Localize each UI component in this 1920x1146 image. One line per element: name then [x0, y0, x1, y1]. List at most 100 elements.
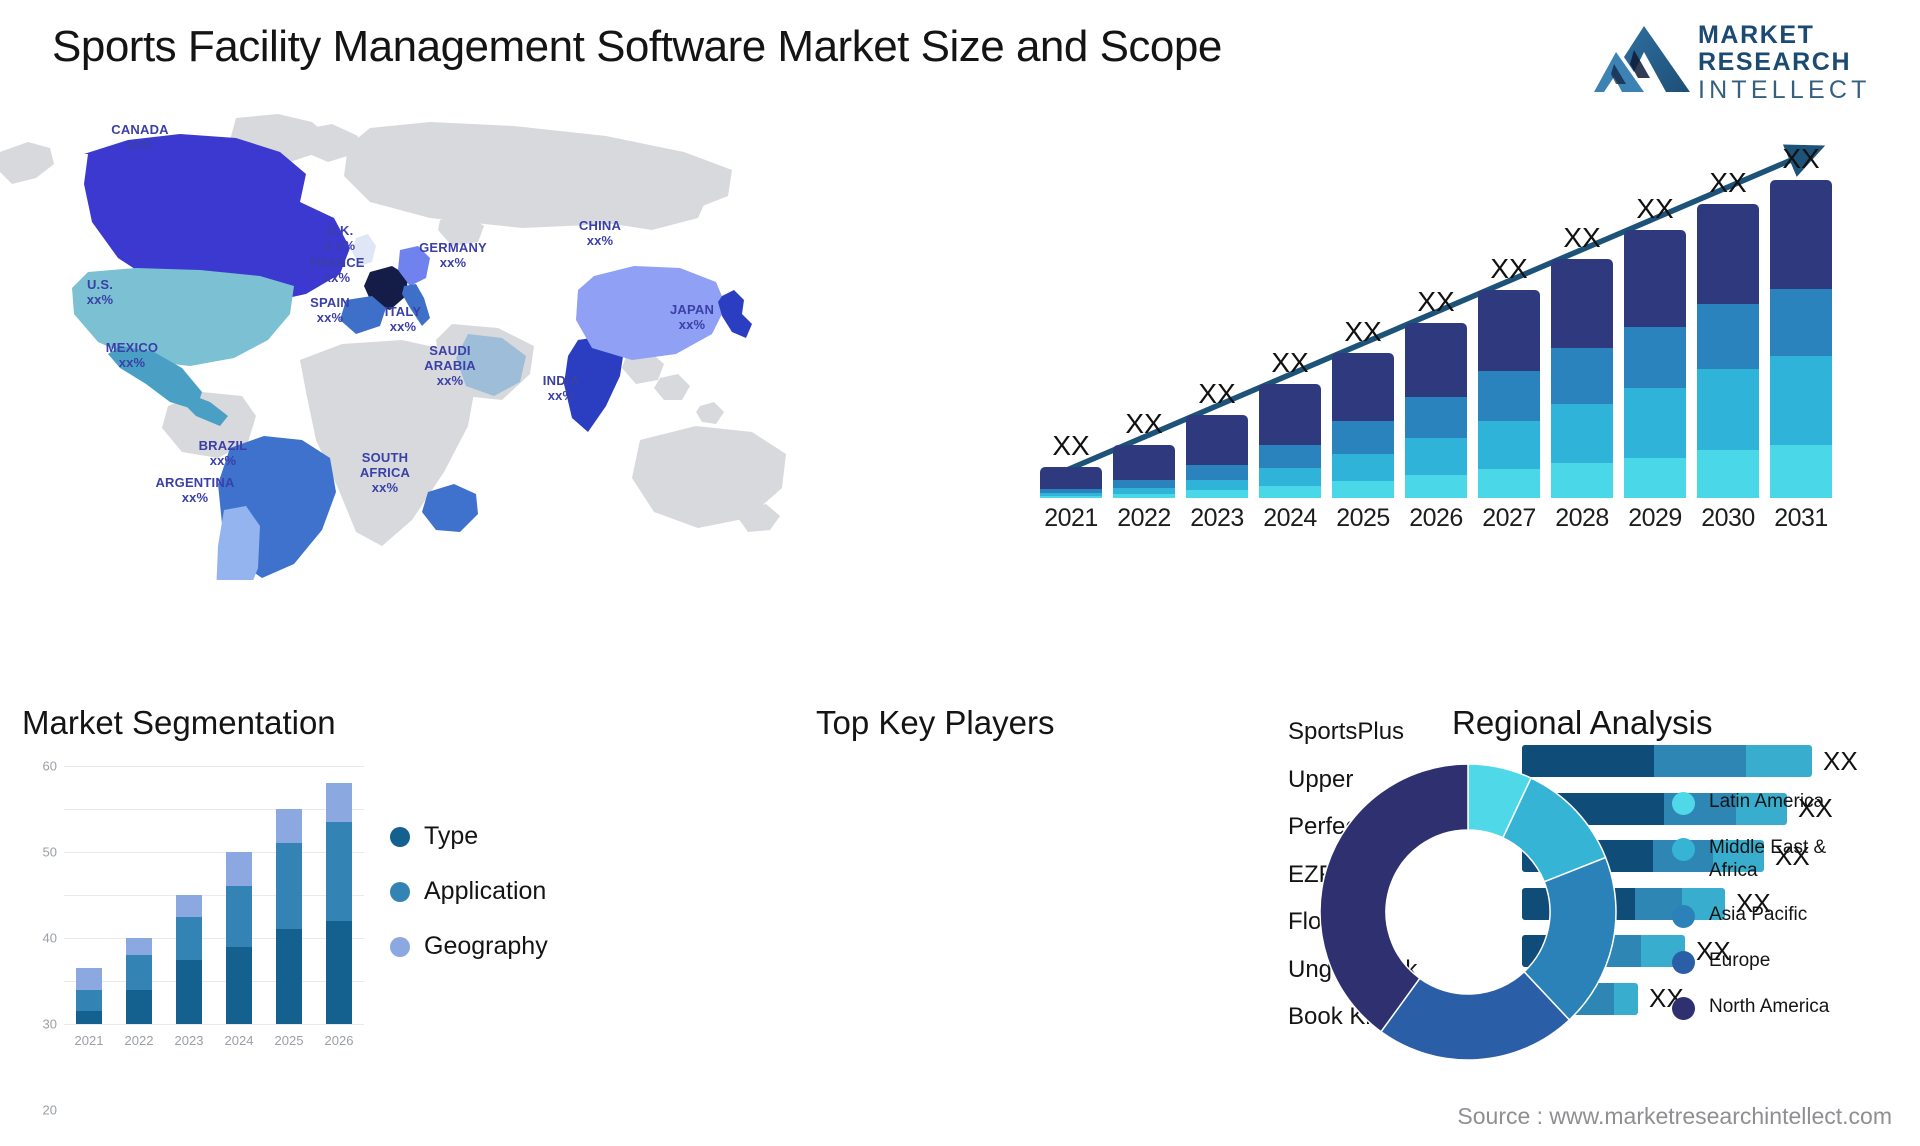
- map-label-south-africa: SOUTH AFRICA xx%: [359, 450, 411, 495]
- forecast-bar-segment: [1040, 467, 1102, 490]
- forecast-bar-segment: [1040, 496, 1102, 498]
- segmentation-x-label: 2024: [224, 1033, 254, 1048]
- regional-legend-item[interactable]: Asia Pacific: [1672, 903, 1869, 928]
- forecast-bar-segment: [1259, 384, 1321, 445]
- forecast-bar-segment: [1259, 468, 1321, 487]
- segmentation-x-label: 2026: [324, 1033, 354, 1048]
- forecast-bar-segment: [1186, 490, 1248, 498]
- forecast-bar-segment: [1770, 288, 1832, 357]
- map-label-germany: GERMANY xx%: [419, 240, 487, 270]
- legend-dot-icon: [1672, 951, 1695, 974]
- segmentation-bar-segment: [226, 886, 252, 947]
- segmentation-plot-area: 0 10 20 30 40 50 60 2021 2022 2023 2024 2025 2026: [43, 760, 364, 1117]
- forecast-year-label: 2027: [1482, 504, 1536, 532]
- page-title: Sports Facility Management Software Mark…: [52, 22, 1222, 71]
- forecast-bar-segment: [1624, 388, 1686, 458]
- forecast-bar: [1186, 415, 1248, 498]
- regional-legend-label: Latin America: [1709, 791, 1825, 812]
- forecast-bar-segment: [1332, 480, 1394, 498]
- forecast-bar-value: XX: [1563, 222, 1601, 254]
- gridline: 0: [64, 1024, 364, 1025]
- segmentation-bar-segment: [176, 916, 202, 960]
- forecast-bar-segment: [1551, 463, 1613, 498]
- regional-legend-label: North America: [1709, 996, 1830, 1017]
- y-axis-tick: 50: [42, 844, 57, 860]
- forecast-bar-segment: [1186, 465, 1248, 480]
- forecast-year-label: 2026: [1409, 504, 1463, 532]
- legend-dot-icon: [1672, 905, 1695, 928]
- legend-dot-icon: [1672, 997, 1695, 1020]
- forecast-bar-segment: [1259, 486, 1321, 498]
- forecast-bar-value: XX: [1417, 285, 1455, 317]
- forecast-bar: [1770, 180, 1832, 498]
- gridline: 60: [43, 760, 364, 773]
- forecast-bar-group: XX 2031: [1770, 143, 1832, 532]
- segmentation-legend-item[interactable]: Geography: [390, 932, 548, 961]
- forecast-bar-segment: [1186, 415, 1248, 466]
- map-label-china: CHINA xx%: [578, 218, 622, 248]
- segmentation-bar-segment: [326, 920, 352, 1024]
- forecast-bar-segment: [1697, 204, 1759, 305]
- forecast-year-label: 2023: [1190, 504, 1244, 532]
- forecast-year-label: 2031: [1774, 504, 1828, 532]
- segmentation-bar-segment: [326, 821, 352, 921]
- forecast-bar-segment: [1624, 230, 1686, 328]
- regional-donut-chart: [1319, 763, 1617, 1061]
- forecast-bar-segment: [1332, 353, 1394, 421]
- segmentation-legend: Type Application Geography: [390, 822, 548, 987]
- mri-mountain-logo-icon: [1594, 26, 1690, 92]
- forecast-bar: [1040, 467, 1102, 498]
- forecast-bar-segment: [1478, 420, 1540, 470]
- map-label-mexico: MEXICO xx%: [105, 340, 159, 370]
- segmentation-x-label: 2021: [74, 1033, 104, 1048]
- regional-legend-item[interactable]: North America: [1672, 995, 1869, 1020]
- map-label-us: U.S. xx%: [86, 277, 114, 307]
- segmentation-legend-item[interactable]: Type: [390, 822, 548, 851]
- forecast-bar-segment: [1405, 396, 1467, 439]
- regional-legend-item[interactable]: Europe: [1672, 949, 1869, 974]
- segmentation-bar-segment: [76, 968, 102, 990]
- gridline: 30: [43, 895, 364, 1031]
- segmentation-bar-segment: [276, 809, 302, 844]
- segmentation-legend-item[interactable]: Application: [390, 877, 548, 906]
- forecast-year-label: 2024: [1263, 504, 1317, 532]
- forecast-bar-segment: [1770, 356, 1832, 445]
- forecast-bar-segment: [1478, 370, 1540, 421]
- map-label-canada: CANADA xx%: [111, 122, 169, 152]
- y-axis-tick: 60: [42, 758, 57, 774]
- map-label-argentina: ARGENTINA xx%: [155, 475, 235, 505]
- segmentation-bar-segment: [76, 1011, 102, 1024]
- regional-legend-label: Europe: [1709, 950, 1771, 971]
- forecast-bar-value: XX: [1125, 408, 1163, 439]
- forecast-bar-segment: [1551, 259, 1613, 348]
- forecast-bar-value: XX: [1198, 378, 1236, 410]
- forecast-bar-segment: [1478, 469, 1540, 498]
- forecast-bar-value: XX: [1490, 252, 1528, 284]
- regional-legend-item[interactable]: Middle East & Africa: [1672, 836, 1869, 882]
- forecast-bar-segment: [1405, 438, 1467, 475]
- forecast-bar-segment: [1697, 304, 1759, 369]
- map-label-italy: ITALY xx%: [384, 304, 422, 334]
- forecast-bar-segment: [1332, 420, 1394, 454]
- legend-dot-icon: [390, 936, 410, 957]
- segmentation-bar: [126, 938, 152, 1024]
- forecast-bar: [1478, 289, 1540, 498]
- regional-legend-label: Middle East & Africa: [1709, 837, 1827, 881]
- segmentation-bar-segment: [326, 783, 352, 822]
- gridline: 50: [43, 809, 364, 859]
- forecast-bar: [1624, 230, 1686, 498]
- segmentation-x-label: 2023: [174, 1033, 204, 1048]
- segmentation-x-label: 2022: [124, 1033, 154, 1048]
- map-label-uk: U.K. x x%: [324, 223, 356, 253]
- forecast-year-label: 2025: [1336, 504, 1390, 532]
- forecast-bar-segment: [1770, 445, 1832, 498]
- brand-line-market: MARKET: [1698, 21, 1815, 49]
- regional-legend: Latin America Middle East & Africa Asia Pa…: [1672, 790, 1869, 1041]
- regional-legend-item[interactable]: Latin America: [1672, 790, 1869, 815]
- forecast-bar-segment: [1478, 289, 1540, 371]
- world-map-panel: CANADA xx% U.K. x x% GERMANY xx% CHINA xx% F…: [0, 110, 860, 580]
- map-label-japan: JAPAN xx%: [669, 302, 715, 332]
- legend-dot-icon: [390, 826, 410, 847]
- map-label-france: FRANCE xx%: [309, 255, 365, 285]
- segmentation-bar-segment: [126, 955, 152, 990]
